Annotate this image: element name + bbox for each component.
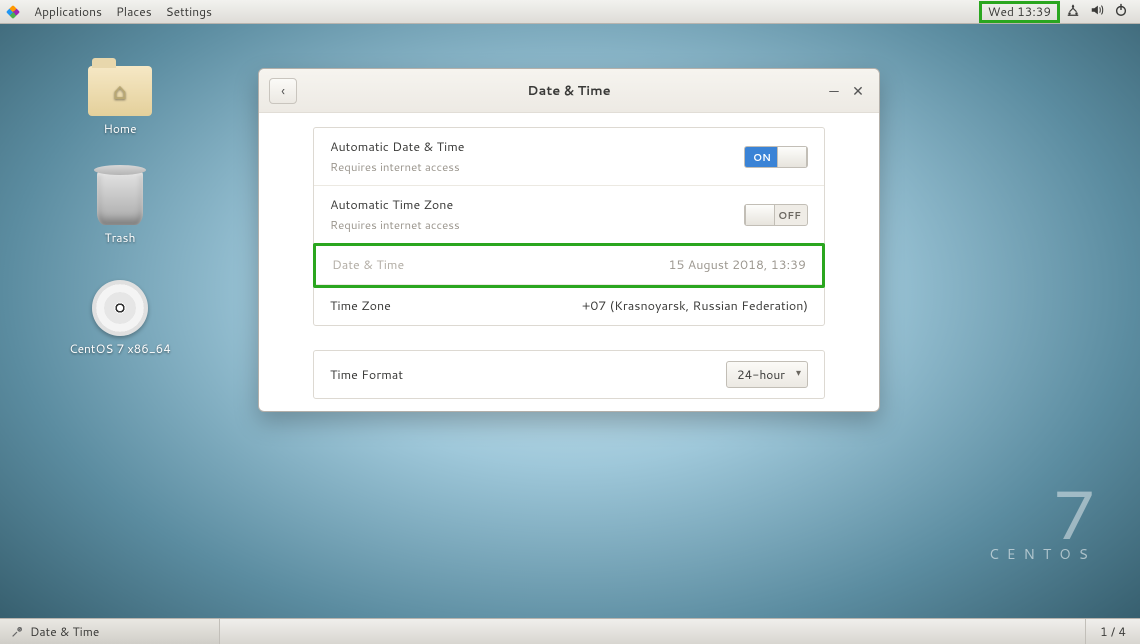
combo-value: 24-hour — [737, 366, 785, 383]
panel-group-format: Time Format 24-hour — [313, 350, 825, 399]
toggle-on-label: ON — [753, 151, 771, 165]
desktop-icon-trash[interactable]: Trash — [97, 171, 143, 246]
system-tray — [1066, 3, 1140, 21]
top-menu-bar: Applications Places Settings — [0, 3, 212, 20]
row-auto-timezone: Automatic Time Zone Requires internet ac… — [314, 186, 824, 244]
taskbar-active-task[interactable]: Date & Time — [0, 619, 220, 644]
desktop-icon-home[interactable]: ⌂ Home — [88, 60, 152, 137]
timeformat-combo[interactable]: 24-hour — [726, 361, 808, 388]
row-sublabel: Requires internet access — [330, 158, 465, 175]
desktop-icon-label: Trash — [105, 229, 136, 246]
row-value: 15 August 2018, 13:39 — [669, 256, 806, 274]
menu-applications[interactable]: Applications — [34, 3, 102, 20]
window-body: Automatic Date & Time Requires internet … — [259, 113, 879, 411]
minimize-button[interactable]: — — [827, 84, 841, 98]
distro-icon — [6, 5, 20, 19]
window-title: Date & Time — [259, 82, 879, 100]
network-icon[interactable] — [1066, 3, 1080, 21]
workspace-indicator[interactable]: 1 / 4 — [1085, 619, 1140, 644]
row-datetime[interactable]: Date & Time 15 August 2018, 13:39 — [316, 246, 822, 285]
row-label: Automatic Date & Time — [330, 138, 465, 156]
top-panel: Applications Places Settings Wed 13:39 — [0, 0, 1140, 24]
power-icon[interactable] — [1114, 3, 1128, 21]
menu-places[interactable]: Places — [116, 3, 152, 20]
toggle-knob — [745, 205, 775, 225]
toggle-knob — [777, 147, 807, 167]
toggle-auto-timezone[interactable]: OFF — [744, 204, 808, 226]
task-label: Date & Time — [30, 623, 99, 640]
row-value: +07 (Krasnoyarsk, Russian Federation) — [582, 297, 808, 315]
back-button[interactable]: ‹ — [269, 78, 297, 104]
desktop-icon-label: CentOS 7 x86_64 — [69, 340, 171, 357]
desktop-icons: ⌂ Home Trash CentOS 7 x86_64 — [60, 60, 180, 357]
centos-seven: 7 — [989, 490, 1096, 538]
panel-clock[interactable]: Wed 13:39 — [988, 3, 1051, 20]
row-label: Time Format — [330, 366, 403, 384]
settings-window: ‹ Date & Time — ✕ Automatic Date & Time … — [258, 68, 880, 412]
panel-clock-highlight: Wed 13:39 — [979, 1, 1060, 23]
workspace-label: 1 / 4 — [1100, 623, 1126, 640]
centos-label: CENTOS — [989, 544, 1096, 564]
row-label: Date & Time — [332, 256, 404, 274]
window-titlebar[interactable]: ‹ Date & Time — ✕ — [259, 69, 879, 113]
panel-group-datetime: Automatic Date & Time Requires internet … — [313, 127, 825, 326]
trash-icon — [97, 171, 143, 225]
row-timezone[interactable]: Time Zone +07 (Krasnoyarsk, Russian Fede… — [314, 287, 824, 325]
tools-icon — [10, 625, 24, 639]
volume-icon[interactable] — [1090, 3, 1104, 21]
toggle-off-label: OFF — [778, 209, 801, 223]
row-label: Automatic Time Zone — [330, 196, 460, 214]
toggle-auto-datetime[interactable]: ON — [744, 146, 808, 168]
cd-icon — [92, 280, 148, 336]
task-bar: Date & Time 1 / 4 — [0, 618, 1140, 644]
centos-watermark: 7 CENTOS — [989, 490, 1096, 564]
menu-settings[interactable]: Settings — [166, 3, 212, 20]
row-auto-datetime: Automatic Date & Time Requires internet … — [314, 128, 824, 186]
row-timeformat: Time Format 24-hour — [314, 351, 824, 398]
folder-icon: ⌂ — [88, 66, 152, 116]
desktop-icon-label: Home — [103, 120, 136, 137]
desktop-icon-cd[interactable]: CentOS 7 x86_64 — [69, 280, 171, 357]
row-datetime-highlight: Date & Time 15 August 2018, 13:39 — [313, 243, 825, 288]
row-sublabel: Requires internet access — [330, 216, 460, 233]
row-label: Time Zone — [330, 297, 391, 315]
close-button[interactable]: ✕ — [851, 84, 865, 98]
